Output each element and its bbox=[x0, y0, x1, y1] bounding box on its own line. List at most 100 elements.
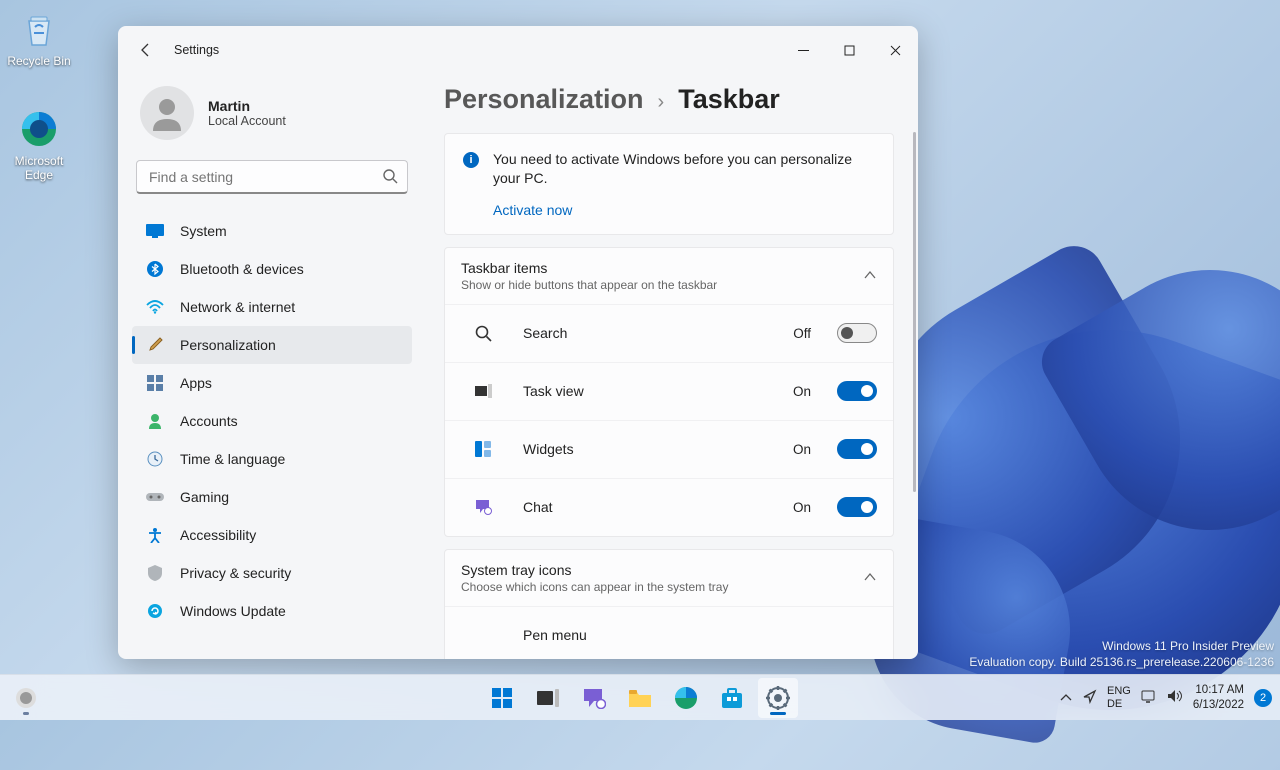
accessibility-icon bbox=[146, 526, 164, 544]
activate-now-link[interactable]: Activate now bbox=[493, 202, 875, 218]
nav-label: Accounts bbox=[180, 413, 238, 429]
watermark-line: Windows 11 Pro Insider Preview bbox=[969, 638, 1274, 654]
toggle-label: Task view bbox=[523, 383, 775, 399]
nav-label: Gaming bbox=[180, 489, 229, 505]
nav-accessibility[interactable]: Accessibility bbox=[132, 516, 412, 554]
nav-label: Personalization bbox=[180, 337, 276, 353]
search-input[interactable] bbox=[136, 160, 408, 194]
clock-date: 6/13/2022 bbox=[1193, 698, 1244, 713]
system-tray-header[interactable]: System tray icons Choose which icons can… bbox=[445, 550, 893, 606]
language-indicator[interactable]: ENG DE bbox=[1107, 685, 1131, 710]
nav-label: Apps bbox=[180, 375, 212, 391]
clock[interactable]: 10:17 AM 6/13/2022 bbox=[1193, 683, 1244, 713]
taskbar-taskview[interactable] bbox=[528, 678, 568, 718]
system-icon bbox=[146, 222, 164, 240]
watermark: Windows 11 Pro Insider Preview Evaluatio… bbox=[969, 638, 1274, 670]
info-icon: i bbox=[463, 152, 479, 168]
toggle-state: On bbox=[793, 384, 811, 399]
toggle-label: Widgets bbox=[523, 441, 775, 457]
recycle-bin-icon bbox=[18, 8, 60, 50]
bluetooth-icon bbox=[146, 260, 164, 278]
taskbar-app-unknown[interactable] bbox=[6, 678, 46, 718]
search-icon bbox=[474, 324, 492, 342]
search-icon bbox=[382, 168, 398, 189]
maximize-button[interactable] bbox=[826, 34, 872, 66]
nav-gaming[interactable]: Gaming bbox=[132, 478, 412, 516]
taskbar-chat[interactable] bbox=[574, 678, 614, 718]
desktop-icon-edge[interactable]: Microsoft Edge bbox=[2, 108, 76, 183]
toggle-label: Search bbox=[523, 325, 775, 341]
toggle-row-taskview: Task view On bbox=[445, 362, 893, 420]
nav-system[interactable]: System bbox=[132, 212, 412, 250]
minimize-button[interactable] bbox=[780, 34, 826, 66]
paintbrush-icon bbox=[146, 336, 164, 354]
nav-time[interactable]: Time & language bbox=[132, 440, 412, 478]
taskview-icon bbox=[474, 382, 492, 400]
user-profile[interactable]: Martin Local Account bbox=[132, 74, 412, 160]
nav-label: System bbox=[180, 223, 227, 239]
back-button[interactable] bbox=[132, 36, 160, 64]
scrollbar[interactable] bbox=[913, 132, 916, 492]
taskbar-store[interactable] bbox=[712, 678, 752, 718]
close-button[interactable] bbox=[872, 34, 918, 66]
desktop-icon-recycle-bin[interactable]: Recycle Bin bbox=[2, 8, 76, 68]
start-button[interactable] bbox=[482, 678, 522, 718]
toggle-row-chat: Chat On bbox=[445, 478, 893, 536]
nav-update[interactable]: Windows Update bbox=[132, 592, 412, 630]
notification-badge[interactable]: 2 bbox=[1254, 689, 1272, 707]
taskbar-items-section: Taskbar items Show or hide buttons that … bbox=[444, 247, 894, 537]
nav-label: Bluetooth & devices bbox=[180, 261, 304, 277]
section-subtitle: Choose which icons can appear in the sys… bbox=[461, 580, 863, 594]
system-tray-section: System tray icons Choose which icons can… bbox=[444, 549, 894, 659]
edge-icon bbox=[18, 108, 60, 150]
taskbar-settings[interactable] bbox=[758, 678, 798, 718]
main-content: Personalization › Taskbar i You need to … bbox=[420, 74, 918, 659]
tray-volume-icon[interactable] bbox=[1167, 689, 1183, 706]
wifi-icon bbox=[146, 298, 164, 316]
gamepad-icon bbox=[146, 488, 164, 506]
taskbar-edge[interactable] bbox=[666, 678, 706, 718]
toggle-widgets[interactable] bbox=[837, 439, 877, 459]
toggle-label: Pen menu bbox=[523, 627, 877, 643]
widgets-icon bbox=[474, 440, 492, 458]
chevron-right-icon: › bbox=[658, 91, 665, 114]
toggle-search[interactable] bbox=[837, 323, 877, 343]
toggle-chat[interactable] bbox=[837, 497, 877, 517]
watermark-line: Evaluation copy. Build 25136.rs_prerelea… bbox=[969, 654, 1274, 670]
nav-apps[interactable]: Apps bbox=[132, 364, 412, 402]
nav-label: Accessibility bbox=[180, 527, 256, 543]
search-field[interactable] bbox=[136, 160, 408, 194]
activation-notice: i You need to activate Windows before yo… bbox=[444, 133, 894, 235]
sidebar: Martin Local Account System Bluetooth & … bbox=[118, 74, 420, 659]
tray-network-icon[interactable] bbox=[1141, 689, 1157, 706]
chevron-up-icon bbox=[863, 569, 877, 587]
avatar bbox=[140, 86, 194, 140]
toggle-taskview[interactable] bbox=[837, 381, 877, 401]
clock-icon bbox=[146, 450, 164, 468]
nav-accounts[interactable]: Accounts bbox=[132, 402, 412, 440]
tray-overflow[interactable] bbox=[1060, 691, 1072, 705]
nav-label: Windows Update bbox=[180, 603, 286, 619]
nav-label: Network & internet bbox=[180, 299, 295, 315]
update-icon bbox=[146, 602, 164, 620]
chevron-up-icon bbox=[863, 267, 877, 285]
section-title: System tray icons bbox=[461, 562, 863, 578]
toggle-row-penmenu: Pen menu bbox=[445, 606, 893, 659]
nav-network[interactable]: Network & internet bbox=[132, 288, 412, 326]
nav-label: Privacy & security bbox=[180, 565, 291, 581]
section-title: Taskbar items bbox=[461, 260, 863, 276]
tray-location-icon[interactable] bbox=[1082, 689, 1097, 707]
activation-message: You need to activate Windows before you … bbox=[493, 150, 875, 188]
toggle-state: Off bbox=[793, 326, 811, 341]
breadcrumb-parent[interactable]: Personalization bbox=[444, 84, 644, 115]
taskbar-items-header[interactable]: Taskbar items Show or hide buttons that … bbox=[445, 248, 893, 304]
toggle-state: On bbox=[793, 442, 811, 457]
desktop-icon-label: Recycle Bin bbox=[2, 54, 76, 68]
toggle-label: Chat bbox=[523, 499, 775, 515]
nav-privacy[interactable]: Privacy & security bbox=[132, 554, 412, 592]
nav-personalization[interactable]: Personalization bbox=[132, 326, 412, 364]
window-title: Settings bbox=[174, 43, 219, 57]
nav-bluetooth[interactable]: Bluetooth & devices bbox=[132, 250, 412, 288]
taskbar-explorer[interactable] bbox=[620, 678, 660, 718]
lang-secondary: DE bbox=[1107, 698, 1131, 711]
